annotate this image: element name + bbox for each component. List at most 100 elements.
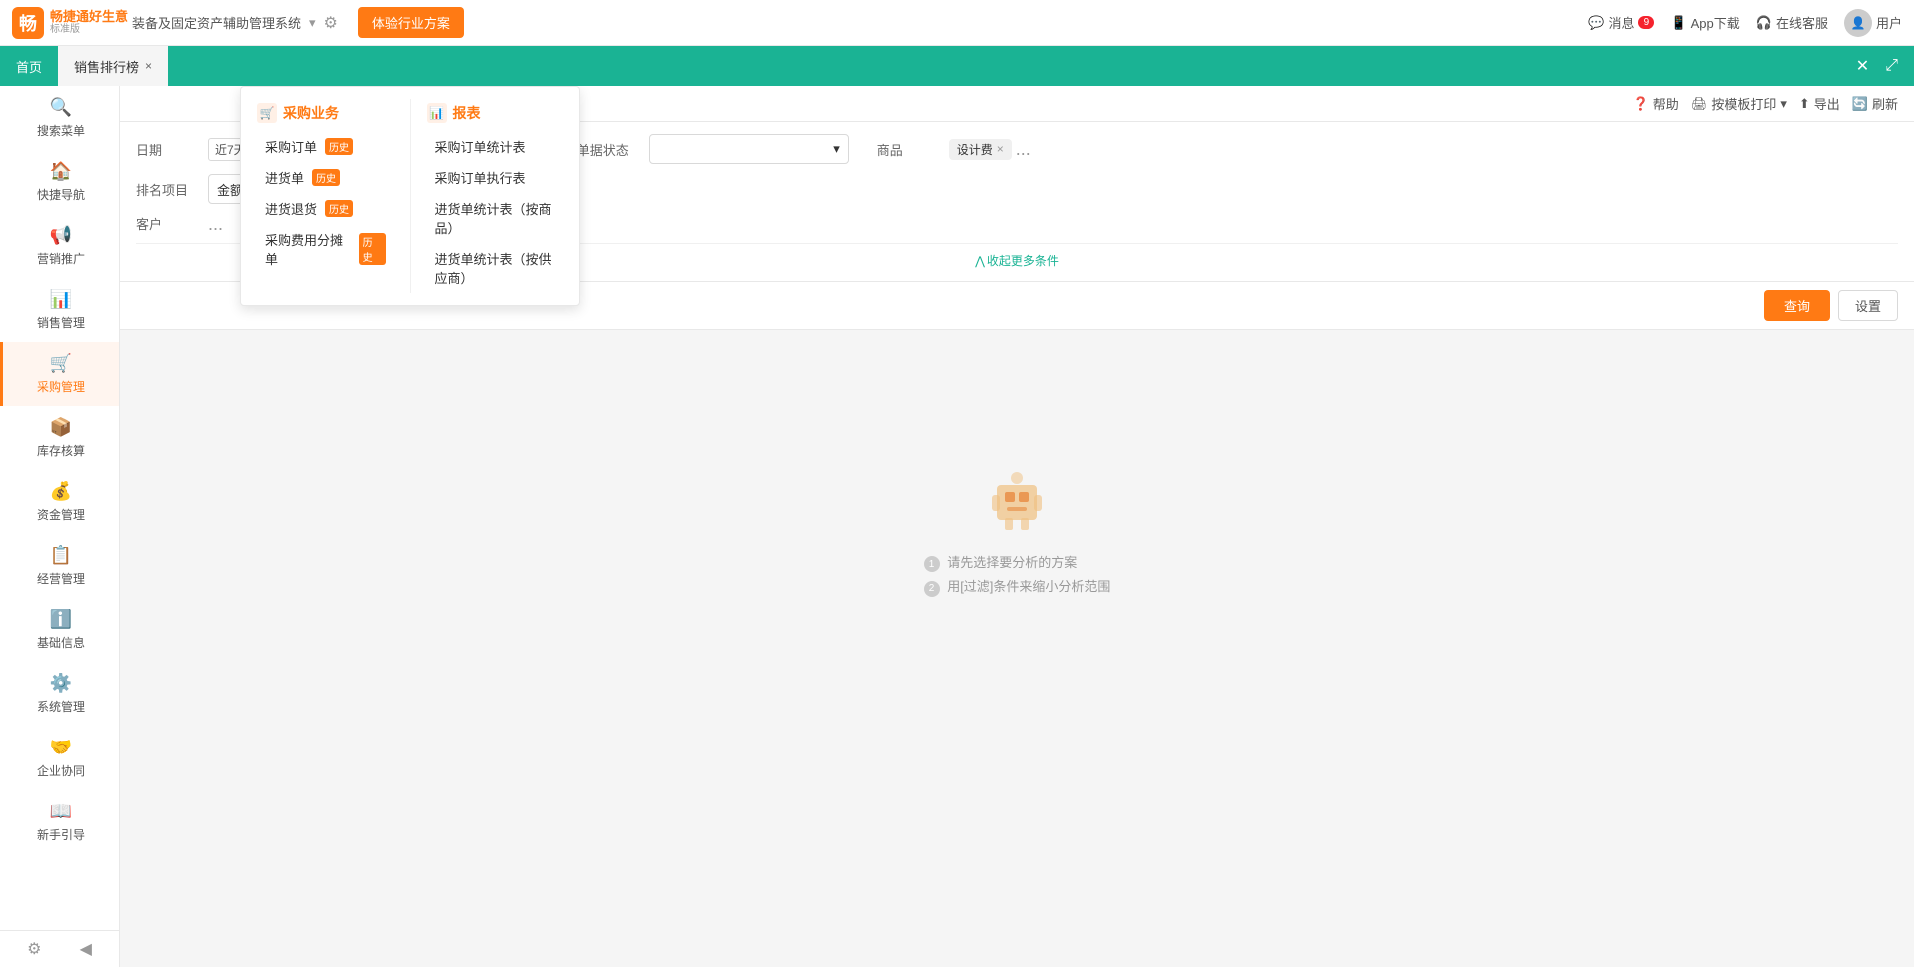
- sidebar-item-beginner[interactable]: 📖 新手引导: [0, 790, 119, 854]
- empty-text: 1 请先选择要分析的方案 2 用[过滤]条件来缩小分析范围: [924, 552, 1111, 601]
- collapse-btn[interactable]: ⋀ 收起更多条件: [975, 252, 1059, 269]
- dropdown-cols: 🛒 采购业务 采购订单 历史 进货单 历史 进货退货 历史: [241, 99, 579, 293]
- report-section-icon: 📊: [427, 103, 447, 123]
- inbound-history-badge: 历史: [312, 169, 340, 186]
- tab-home[interactable]: 首页: [0, 46, 58, 86]
- report-section-title-text: 报表: [453, 103, 481, 123]
- home-icon: 🏠: [50, 161, 72, 182]
- message-icon: 💬: [1588, 15, 1604, 31]
- goods-tag-remove[interactable]: ×: [997, 142, 1004, 156]
- dropdown-item-inbound[interactable]: 进货单 历史: [249, 162, 402, 193]
- sidebar-settings-icon[interactable]: ⚙: [27, 939, 41, 959]
- help-btn[interactable]: ❓ 帮助: [1633, 94, 1679, 113]
- sidebar-item-system[interactable]: ⚙️ 系统管理: [0, 662, 119, 726]
- sidebar-item-sales[interactable]: 📊 销售管理: [0, 278, 119, 342]
- empty-state: 1 请先选择要分析的方案 2 用[过滤]条件来缩小分析范围: [120, 330, 1914, 730]
- settings-btn[interactable]: 设置: [1838, 290, 1898, 321]
- sidebar-operations-label: 经营管理: [37, 570, 85, 587]
- logo-area: 畅 畅捷通好生意 标准版: [12, 7, 132, 39]
- sidebar-item-marketing[interactable]: 📢 营销推广: [0, 214, 119, 278]
- system-icon: ⚙️: [50, 673, 72, 694]
- print-btn[interactable]: 🖨 按模板打印 ▾: [1691, 94, 1787, 113]
- query-btn[interactable]: 查询: [1764, 290, 1830, 321]
- sidebar-item-operations[interactable]: 📋 经营管理: [0, 534, 119, 598]
- tab-close-icon[interactable]: ×: [145, 59, 152, 73]
- sidebar-quick-nav-label: 快捷导航: [37, 186, 85, 203]
- sidebar-item-finance[interactable]: 💰 资金管理: [0, 470, 119, 534]
- dropdown-item-inbound-stats-goods[interactable]: 进货单统计表（按商品）: [419, 193, 572, 243]
- settings-icon[interactable]: ⚙: [324, 13, 338, 33]
- industry-btn[interactable]: 体验行业方案: [358, 7, 464, 38]
- logo-char: 畅: [19, 10, 37, 36]
- enterprise-icon: 🤝: [50, 737, 72, 758]
- order-stats-label: 采购订单统计表: [435, 137, 526, 156]
- sidebar-basic-info-label: 基础信息: [37, 634, 85, 651]
- inventory-icon: 📦: [50, 417, 72, 438]
- user-item[interactable]: 👤 用户: [1844, 9, 1902, 37]
- search-icon: 🔍: [50, 97, 72, 118]
- status-select[interactable]: ▾: [649, 134, 849, 164]
- sidebar-item-basic-info[interactable]: ℹ️ 基础信息: [0, 598, 119, 662]
- inbound-label: 进货单: [265, 168, 304, 187]
- refresh-label: 刷新: [1872, 94, 1898, 113]
- tab-sales-rank[interactable]: 销售排行榜 ×: [58, 46, 168, 86]
- purchase-section-title: 🛒 采购业务: [249, 99, 402, 127]
- sidebar-finance-label: 资金管理: [37, 506, 85, 523]
- dropdown-item-order-exec[interactable]: 采购订单执行表: [419, 162, 572, 193]
- dropdown-item-purchase-order[interactable]: 采购订单 历史: [249, 131, 402, 162]
- headset-icon: 🎧: [1756, 15, 1772, 31]
- expense-history-badge: 历史: [359, 233, 386, 265]
- refresh-icon: 🔄: [1852, 96, 1868, 112]
- empty-tip-2: 2 用[过滤]条件来缩小分析范围: [924, 576, 1111, 597]
- customer-dots-btn[interactable]: ...: [208, 215, 223, 233]
- sidebar-item-quick-nav[interactable]: 🏠 快捷导航: [0, 150, 119, 214]
- refresh-btn[interactable]: 🔄 刷新: [1852, 94, 1898, 113]
- sidebar-item-inventory[interactable]: 📦 库存核算: [0, 406, 119, 470]
- online-service-item[interactable]: 🎧 在线客服: [1756, 13, 1828, 32]
- operations-icon: 📋: [50, 545, 72, 566]
- dropdown-arrow-icon[interactable]: ▾: [309, 15, 316, 31]
- dropdown-item-return[interactable]: 进货退货 历史: [249, 193, 402, 224]
- tab-bar: 首页 销售排行榜 × ✕ ⤢: [0, 46, 1914, 86]
- purchase-dropdown-menu: 🛒 采购业务 采购订单 历史 进货单 历史 进货退货 历史: [240, 86, 580, 306]
- sidebar-item-purchase[interactable]: 🛒 采购管理: [0, 342, 119, 406]
- status-select-arrow: ▾: [833, 141, 840, 157]
- sidebar-collapse-icon[interactable]: ◀: [80, 939, 92, 959]
- dropdown-item-inbound-stats-supplier[interactable]: 进货单统计表（按供应商）: [419, 243, 572, 293]
- sidebar-marketing-label: 营销推广: [37, 250, 85, 267]
- system-title-text: 装备及固定资产辅助管理系统: [132, 13, 301, 32]
- online-service-label: 在线客服: [1776, 13, 1828, 32]
- date-filter-label: 日期: [136, 140, 196, 159]
- empty-tip-1-text: 请先选择要分析的方案: [947, 555, 1077, 570]
- export-btn[interactable]: ⬆ 导出: [1799, 94, 1840, 113]
- customer-filter-area: ...: [208, 215, 223, 233]
- return-history-badge: 历史: [325, 200, 353, 217]
- print-label: 按模板打印: [1711, 94, 1776, 113]
- app-download-item[interactable]: 📱 App下载: [1670, 13, 1739, 32]
- goods-filter-label: 商品: [877, 140, 937, 159]
- help-icon: ❓: [1633, 96, 1649, 112]
- system-title-area: 装备及固定资产辅助管理系统 ▾ ⚙ 体验行业方案: [132, 7, 1588, 38]
- phone-icon: 📱: [1670, 15, 1686, 31]
- app-download-label: App下载: [1691, 13, 1740, 32]
- dropdown-item-order-stats[interactable]: 采购订单统计表: [419, 131, 572, 162]
- collapse-label: 收起更多条件: [987, 252, 1059, 269]
- inbound-stats-goods-label: 进货单统计表（按商品）: [435, 199, 556, 237]
- message-item[interactable]: 💬 消息 9: [1588, 13, 1654, 32]
- logo-sub: 标准版: [50, 24, 128, 36]
- empty-icon: [977, 460, 1057, 540]
- logo-main: 畅捷通好生意: [50, 9, 128, 25]
- user-avatar: 👤: [1844, 9, 1872, 37]
- sidebar-item-enterprise[interactable]: 🤝 企业协同: [0, 726, 119, 790]
- export-icon: ⬆: [1799, 96, 1810, 112]
- tab-expand-icon[interactable]: ⤢: [1881, 53, 1902, 79]
- goods-dots-btn[interactable]: ...: [1016, 140, 1031, 158]
- dropdown-item-expense[interactable]: 采购费用分摊单 历史: [249, 224, 402, 274]
- return-label: 进货退货: [265, 199, 317, 218]
- tab-close-all-icon[interactable]: ✕: [1852, 52, 1873, 80]
- user-label: 用户: [1876, 13, 1902, 32]
- sidebar-item-search[interactable]: 🔍 搜索菜单: [0, 86, 119, 150]
- purchase-section-title-text: 采购业务: [283, 103, 339, 123]
- sidebar-inventory-label: 库存核算: [37, 442, 85, 459]
- purchase-order-label: 采购订单: [265, 137, 317, 156]
